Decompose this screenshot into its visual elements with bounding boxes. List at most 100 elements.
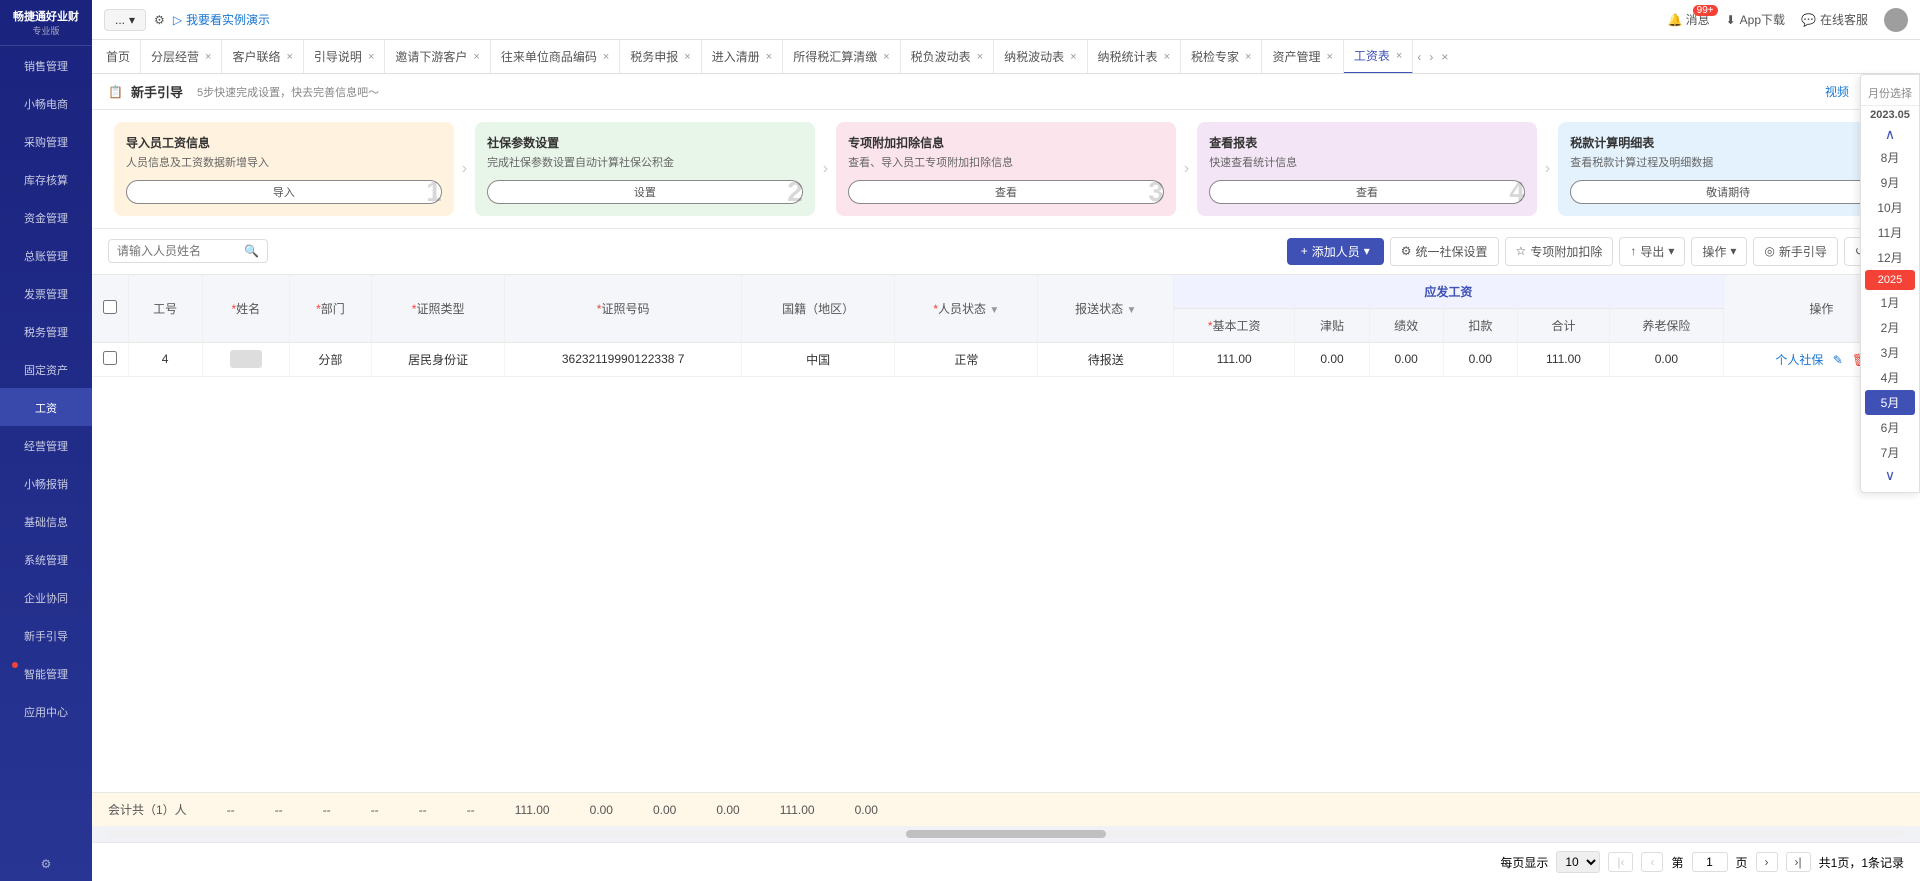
- row-pension[interactable]: 0.00: [1610, 342, 1724, 376]
- tab-home[interactable]: 首页: [96, 40, 141, 74]
- tab-layered[interactable]: 分层经营 ×: [141, 40, 222, 74]
- tab-tax-burden[interactable]: 税负波动表 ×: [901, 40, 994, 74]
- tab-income-tax[interactable]: 所得税汇算清缴 ×: [783, 40, 900, 74]
- sidebar-item-app-center[interactable]: 应用中心: [0, 692, 92, 730]
- report-filter-icon[interactable]: ▼: [1126, 305, 1136, 316]
- unified-settings-button[interactable]: ⚙ 统一社保设置: [1390, 237, 1499, 266]
- tab-next-button[interactable]: ›: [1425, 50, 1437, 64]
- prev-page-button[interactable]: ‹: [1641, 852, 1663, 872]
- guide-video-link[interactable]: 视频: [1825, 83, 1849, 100]
- tab-tax-report[interactable]: 税务申报 ×: [620, 40, 701, 74]
- row-checkbox-cell[interactable]: [92, 342, 128, 376]
- status-filter-icon[interactable]: ▼: [989, 305, 999, 316]
- horizontal-scrollbar[interactable]: [108, 830, 1904, 838]
- scrollbar-thumb[interactable]: [906, 830, 1106, 838]
- month-nav-up[interactable]: ∧: [1881, 126, 1899, 143]
- step-2-btn[interactable]: 设置: [487, 180, 803, 204]
- last-page-button[interactable]: ›|: [1786, 852, 1811, 872]
- tab-guide-close[interactable]: ×: [368, 51, 374, 63]
- sidebar-item-inventory[interactable]: 库存核算: [0, 160, 92, 198]
- month-11[interactable]: 11月: [1861, 220, 1919, 245]
- export-button[interactable]: ↑ 导出 ▾: [1619, 237, 1685, 266]
- month-2[interactable]: 2月: [1861, 315, 1919, 340]
- sidebar-item-tax[interactable]: 税务管理: [0, 312, 92, 350]
- tab-invite[interactable]: 邀请下游客户 ×: [385, 40, 490, 74]
- edit-icon[interactable]: ✎: [1833, 353, 1843, 367]
- sidebar-item-ledger[interactable]: 总账管理: [0, 236, 92, 274]
- sidebar-item-system[interactable]: 系统管理: [0, 540, 92, 578]
- online-service-button[interactable]: 💬 在线客服: [1801, 11, 1868, 28]
- month-1[interactable]: 1月: [1861, 290, 1919, 315]
- sidebar-item-ai[interactable]: 智能管理: [0, 654, 92, 692]
- tab-income-tax-close[interactable]: ×: [883, 51, 889, 63]
- page-number-input[interactable]: [1692, 852, 1728, 872]
- tab-asset[interactable]: 资产管理 ×: [1262, 40, 1343, 74]
- row-deduction[interactable]: 0.00: [1443, 342, 1517, 376]
- user-avatar[interactable]: [1884, 8, 1908, 32]
- sidebar-item-expense[interactable]: 小畅报销: [0, 464, 92, 502]
- month-4[interactable]: 4月: [1861, 365, 1919, 390]
- sidebar-item-cooperation[interactable]: 企业协同: [0, 578, 92, 616]
- search-box[interactable]: 🔍: [108, 239, 268, 263]
- tab-salary[interactable]: 工资表 ×: [1344, 40, 1413, 74]
- sidebar-item-fixed-assets[interactable]: 固定资产: [0, 350, 92, 388]
- tab-clearance-close[interactable]: ×: [766, 51, 772, 63]
- sidebar-item-sales[interactable]: 销售管理: [0, 46, 92, 84]
- month-3[interactable]: 3月: [1861, 340, 1919, 365]
- month-12[interactable]: 12月: [1861, 245, 1919, 270]
- month-10[interactable]: 10月: [1861, 195, 1919, 220]
- sidebar-item-finance[interactable]: 资金管理: [0, 198, 92, 236]
- sidebar-item-invoice[interactable]: 发票管理: [0, 274, 92, 312]
- month-9[interactable]: 9月: [1861, 170, 1919, 195]
- next-page-button[interactable]: ›: [1756, 852, 1778, 872]
- sidebar-item-operations[interactable]: 经营管理: [0, 426, 92, 464]
- add-employee-button[interactable]: + 添加人员 ▾: [1287, 238, 1384, 265]
- tab-customer[interactable]: 客户联络 ×: [222, 40, 303, 74]
- tab-prev-button[interactable]: ‹: [1413, 50, 1425, 64]
- settings-icon-btn[interactable]: ⚙: [154, 13, 165, 27]
- select-all-checkbox[interactable]: [103, 300, 117, 314]
- sidebar-item-salary[interactable]: 工资: [0, 388, 92, 426]
- tab-tax-burden-close[interactable]: ×: [977, 51, 983, 63]
- month-8[interactable]: 8月: [1861, 145, 1919, 170]
- tab-tax-fluctuation[interactable]: 纳税波动表 ×: [994, 40, 1087, 74]
- per-page-select[interactable]: 10 20 50: [1556, 851, 1600, 873]
- tab-tax-expert[interactable]: 税检专家 ×: [1181, 40, 1262, 74]
- tab-tax-stats[interactable]: 纳税统计表 ×: [1088, 40, 1181, 74]
- tab-close-all-button[interactable]: ×: [1437, 50, 1452, 64]
- tab-product-code[interactable]: 往来单位商品编码 ×: [491, 40, 620, 74]
- tab-customer-close[interactable]: ×: [286, 51, 292, 63]
- sidebar-item-ecommerce[interactable]: 小畅电商: [0, 84, 92, 122]
- search-input[interactable]: [117, 244, 244, 258]
- row-checkbox[interactable]: [103, 351, 117, 365]
- sidebar-settings-button[interactable]: ⚙: [0, 847, 92, 881]
- sidebar-item-basic-info[interactable]: 基础信息: [0, 502, 92, 540]
- sidebar-item-guide[interactable]: 新手引导: [0, 616, 92, 654]
- step-3-btn[interactable]: 查看: [848, 180, 1164, 204]
- row-performance[interactable]: 0.00: [1369, 342, 1443, 376]
- month-7[interactable]: 7月: [1861, 440, 1919, 465]
- tab-layered-close[interactable]: ×: [205, 51, 211, 63]
- personal-social-security-link[interactable]: 个人社保: [1775, 353, 1823, 367]
- month-nav-down-btn[interactable]: ∨: [1881, 467, 1899, 484]
- special-deduction-button[interactable]: ☆ 专项附加扣除: [1505, 237, 1614, 266]
- tab-invite-close[interactable]: ×: [473, 51, 479, 63]
- tab-tax-fluctuation-close[interactable]: ×: [1070, 51, 1076, 63]
- row-allowance[interactable]: 0.00: [1295, 342, 1369, 376]
- tab-tax-report-close[interactable]: ×: [684, 51, 690, 63]
- tab-asset-close[interactable]: ×: [1326, 51, 1332, 63]
- row-basic-salary[interactable]: 111.00: [1174, 342, 1295, 376]
- month-5[interactable]: 5月: [1865, 390, 1915, 415]
- tab-tax-expert-close[interactable]: ×: [1245, 51, 1251, 63]
- tab-guide[interactable]: 引导说明 ×: [304, 40, 385, 74]
- step-4-btn[interactable]: 查看: [1209, 180, 1525, 204]
- step-5-btn[interactable]: 敬请期待: [1570, 180, 1886, 204]
- demo-link[interactable]: ▷ 我要看实例演示: [173, 11, 270, 28]
- company-selector[interactable]: ... ▾: [104, 9, 146, 31]
- first-page-button[interactable]: |‹: [1608, 852, 1633, 872]
- tab-product-code-close[interactable]: ×: [603, 51, 609, 63]
- sidebar-item-purchase[interactable]: 采购管理: [0, 122, 92, 160]
- new-guide-button[interactable]: ◎ 新手引导: [1753, 237, 1838, 266]
- tab-salary-close[interactable]: ×: [1396, 50, 1402, 62]
- tab-clearance[interactable]: 进入清册 ×: [702, 40, 783, 74]
